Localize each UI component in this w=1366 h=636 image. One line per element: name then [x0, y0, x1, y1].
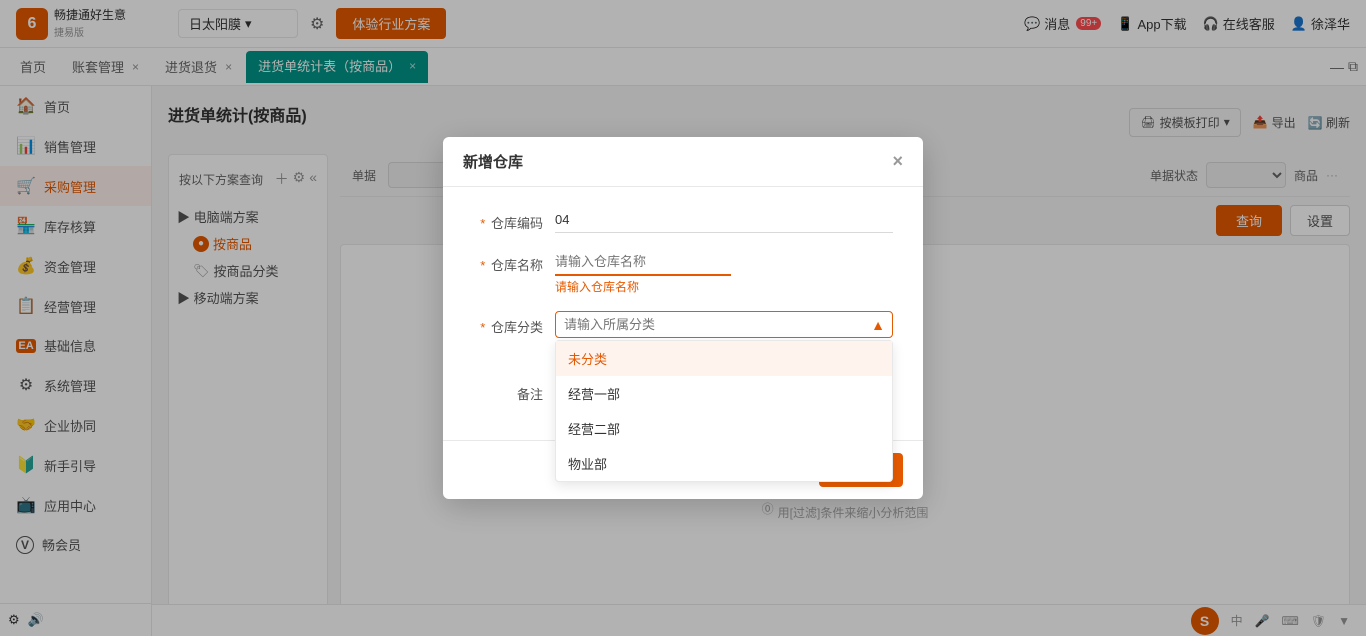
name-error-message: 请输入仓库名称 — [555, 278, 731, 295]
dropdown-item-dept2[interactable]: 经营二部 — [556, 411, 892, 446]
dropdown-item-dept1[interactable]: 经营一部 — [556, 376, 892, 411]
dialog-body: * 仓库编码 * 仓库名称 请输入仓库名称 — [443, 187, 923, 440]
name-input-wrap: 请输入仓库名称 — [555, 249, 731, 295]
category-label: * 仓库分类 — [473, 311, 543, 336]
modal-overlay[interactable]: 新增仓库 × * 仓库编码 * 仓库名称 — [0, 0, 1366, 636]
note-label: 备注 — [473, 378, 543, 403]
form-row-name: * 仓库名称 请输入仓库名称 — [473, 249, 893, 295]
dialog-title: 新增仓库 — [463, 151, 523, 172]
required-star-cat: * — [480, 320, 485, 335]
warehouse-code-input[interactable] — [555, 207, 893, 233]
category-input[interactable] — [555, 311, 893, 338]
category-input-wrap: ▲ 未分类 经营一部 经营二部 物业部 — [555, 311, 893, 338]
required-star-name: * — [480, 258, 485, 273]
dropdown-item-dept3[interactable]: 物业部 — [556, 446, 892, 481]
category-dropdown: 未分类 经营一部 经营二部 物业部 — [555, 340, 893, 482]
code-label: * 仓库编码 — [473, 207, 543, 232]
form-row-category: * 仓库分类 ▲ 未分类 经营一部 经营二部 物业部 — [473, 311, 893, 338]
dialog-header: 新增仓库 × — [443, 137, 923, 187]
form-row-code: * 仓库编码 — [473, 207, 893, 233]
dialog-close-button[interactable]: × — [892, 151, 903, 172]
category-arrow-icon[interactable]: ▲ — [871, 317, 885, 333]
name-label: * 仓库名称 — [473, 249, 543, 274]
dropdown-item-unclassified[interactable]: 未分类 — [556, 341, 892, 376]
warehouse-name-input[interactable] — [555, 249, 731, 276]
new-warehouse-dialog: 新增仓库 × * 仓库编码 * 仓库名称 — [443, 137, 923, 499]
required-star: * — [480, 216, 485, 231]
